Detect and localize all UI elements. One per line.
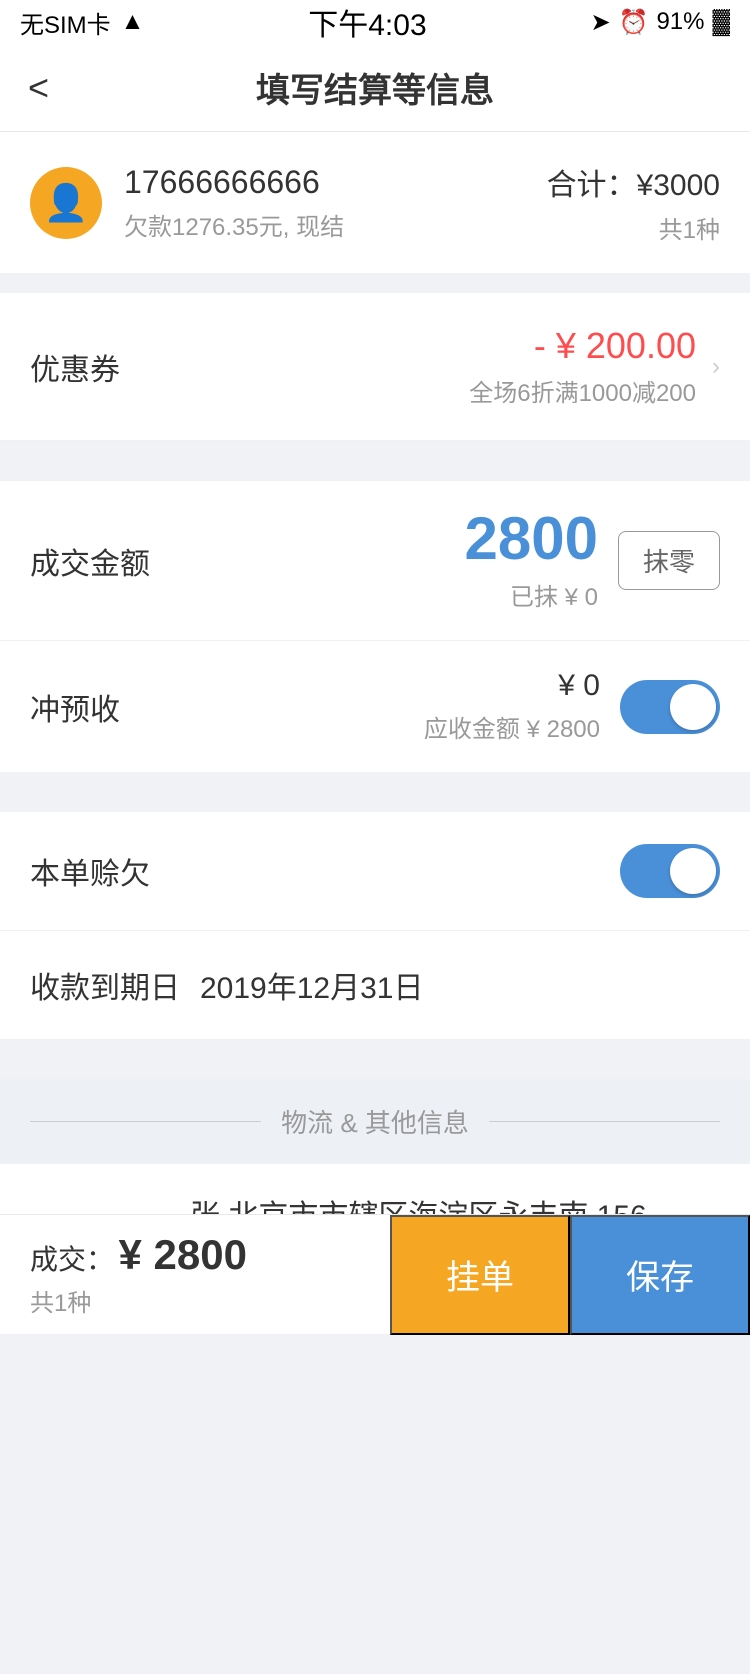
logistics-label: 物流 & 其他信息	[261, 1103, 489, 1140]
hang-order-button[interactable]: 挂单	[390, 1215, 570, 1335]
section-divider-2	[0, 792, 750, 812]
save-button[interactable]: 保存	[570, 1215, 750, 1335]
debit-row: 本单赊欠	[0, 812, 750, 931]
deal-amount-row: 成交金额 2800 已抹 ¥ 0 抹零	[0, 481, 750, 641]
toggle-knob	[670, 684, 716, 730]
section-divider-1	[0, 461, 750, 481]
carrier-label: 无SIM卡	[20, 5, 111, 40]
customer-row: 👤 17666666666 欠款1276.35元, 现结 合计：¥3000 共1…	[0, 132, 750, 273]
customer-card: 👤 17666666666 欠款1276.35元, 现结 合计：¥3000 共1…	[0, 132, 750, 273]
coupon-label: 优惠券	[30, 345, 120, 389]
coupon-right: - ¥ 200.00 全场6折满1000减200 ›	[469, 325, 720, 408]
wifi-icon: ▲	[121, 8, 145, 36]
prepay-sub: 应收金额 ¥ 2800	[424, 709, 600, 744]
coupon-card: 优惠券 - ¥ 200.00 全场6折满1000减200 ›	[0, 293, 750, 441]
round-zero-button[interactable]: 抹零	[618, 531, 720, 590]
prepay-label: 冲预收	[30, 685, 424, 729]
coupon-desc: 全场6折满1000减200	[469, 373, 696, 408]
customer-debt: 欠款1276.35元, 现结	[124, 207, 547, 242]
content: 👤 17666666666 欠款1276.35元, 现结 合计：¥3000 共1…	[0, 132, 750, 1674]
coupon-row[interactable]: 优惠券 - ¥ 200.00 全场6折满1000减200 ›	[0, 293, 750, 441]
total-count: 共1种	[547, 210, 720, 245]
coupon-discount: - ¥ 200.00	[469, 325, 696, 367]
back-button[interactable]: <	[28, 67, 49, 109]
due-date-value: 2019年12月31日	[200, 963, 423, 1007]
alarm-icon: ⏰	[619, 8, 649, 37]
customer-phone: 17666666666	[124, 164, 547, 201]
customer-info: 17666666666 欠款1276.35元, 现结	[124, 164, 547, 242]
debit-label: 本单赊欠	[30, 849, 620, 893]
bottom-amount-value: ¥ 2800	[118, 1231, 246, 1278]
status-bar: 无SIM卡 ▲ 下午4:03 ➤ ⏰ 91% ▓	[0, 0, 750, 44]
coupon-chevron-icon: ›	[712, 353, 720, 381]
battery-label: 91%	[656, 8, 704, 36]
nav-bar: < 填写结算等信息	[0, 44, 750, 132]
deal-amount-value: 2800	[465, 509, 598, 569]
debit-toggle[interactable]	[620, 844, 720, 898]
debit-card: 本单赊欠 收款到期日 2019年12月31日	[0, 812, 750, 1039]
divider-line-right	[489, 1121, 720, 1122]
debit-toggle-knob	[670, 848, 716, 894]
location-icon: ➤	[590, 8, 610, 37]
prepay-toggle[interactable]	[620, 680, 720, 734]
battery-icon: ▓	[713, 8, 731, 36]
due-date-label: 收款到期日	[30, 963, 180, 1007]
bottom-count: 共1种	[30, 1283, 360, 1318]
divider-line-left	[30, 1121, 261, 1122]
total-amount: 合计：¥3000	[547, 160, 720, 204]
prepay-values: ¥ 0 应收金额 ¥ 2800	[424, 669, 600, 744]
due-date-row: 收款到期日 2019年12月31日	[0, 931, 750, 1039]
prepay-right: ¥ 0 应收金额 ¥ 2800	[424, 669, 720, 744]
bottom-deal-label: 成交：	[30, 1244, 114, 1275]
bottom-bar: 成交： ¥ 2800 共1种 挂单 保存	[0, 1214, 750, 1334]
logistics-divider: 物流 & 其他信息	[0, 1079, 750, 1164]
user-icon: 👤	[44, 182, 89, 224]
avatar: 👤	[30, 167, 102, 239]
gray-background	[0, 1334, 750, 1534]
status-time: 下午4:03	[308, 0, 426, 44]
prepay-row: 冲预收 ¥ 0 应收金额 ¥ 2800	[0, 641, 750, 772]
status-right: ➤ ⏰ 91% ▓	[590, 8, 730, 37]
deal-amount-right: 2800 已抹 ¥ 0 抹零	[465, 509, 721, 612]
deal-amount-label: 成交金额	[30, 539, 465, 583]
bottom-summary: 成交： ¥ 2800 共1种	[0, 1231, 390, 1318]
section-divider-3	[0, 1059, 750, 1079]
deal-amount-sub: 已抹 ¥ 0	[465, 577, 598, 612]
deal-amount-card: 成交金额 2800 已抹 ¥ 0 抹零 冲预收 ¥ 0 应收金额 ¥ 2800	[0, 481, 750, 772]
status-left: 无SIM卡 ▲	[20, 5, 144, 40]
bottom-deal-line: 成交： ¥ 2800	[30, 1231, 360, 1279]
customer-total: 合计：¥3000 共1种	[547, 160, 720, 245]
page-title: 填写结算等信息	[256, 63, 494, 112]
prepay-amount: ¥ 0	[424, 669, 600, 703]
